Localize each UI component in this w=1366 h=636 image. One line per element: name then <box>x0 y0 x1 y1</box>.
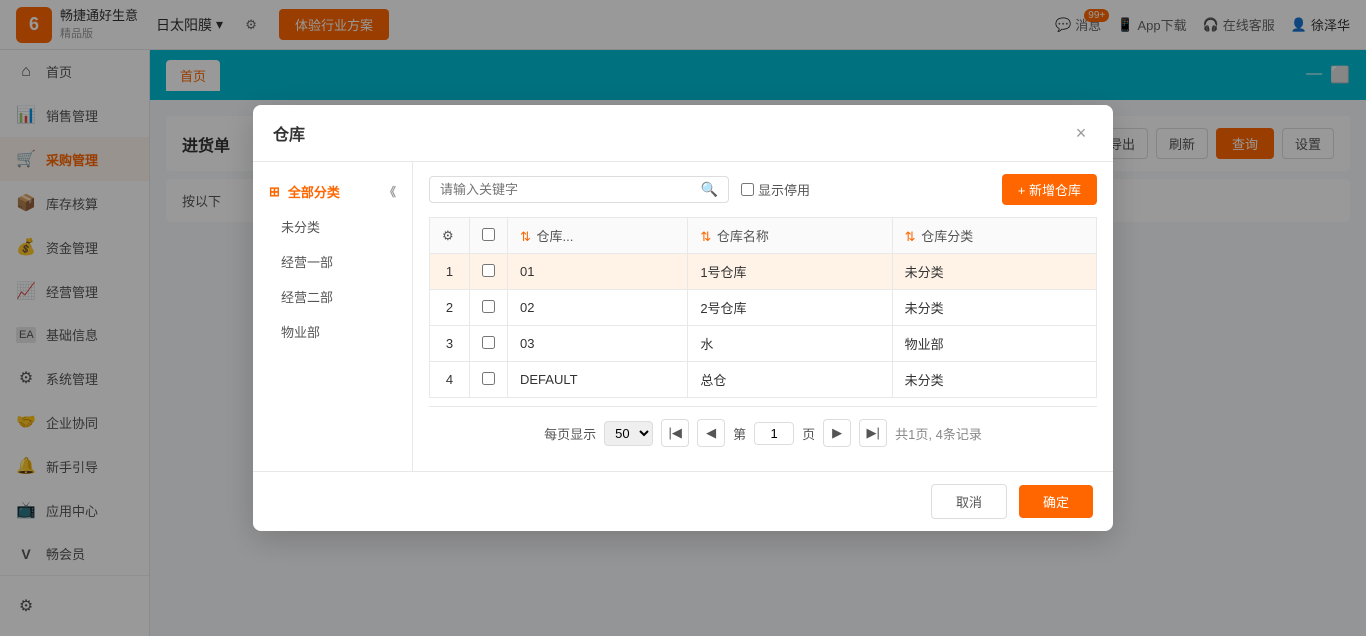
row-category-1: 未分类 <box>892 254 1096 290</box>
modal-footer: 取消 确定 <box>253 471 1113 531</box>
row-name-3: 水 <box>688 326 892 362</box>
category-item-0[interactable]: 未分类 <box>253 209 412 244</box>
table-row[interactable]: 1 01 1号仓库 未分类 <box>430 254 1097 290</box>
last-page-button[interactable]: ▶| <box>859 419 887 447</box>
row-checkbox-4[interactable] <box>482 372 495 385</box>
search-icon[interactable]: 🔍 <box>701 181 718 198</box>
page-unit: 页 <box>802 424 815 443</box>
search-box: 🔍 <box>429 176 729 203</box>
row-num-1: 1 <box>430 254 470 290</box>
table-header: ⚙ ⇅ 仓库... ⇅ <box>430 218 1097 254</box>
table-panel: 🔍 显示停用 + 新增仓库 ⚙ <box>413 162 1113 471</box>
row-category-2: 未分类 <box>892 290 1096 326</box>
row-code-1: 01 <box>508 254 688 290</box>
row-name-2: 2号仓库 <box>688 290 892 326</box>
select-all-checkbox[interactable] <box>482 228 495 241</box>
col-code: ⇅ 仓库... <box>508 218 688 254</box>
warehouse-modal: 仓库 × ⊞ 全部分类 《 未分类 经营一部 经营二部 物业部 <box>253 105 1113 531</box>
modal-overlay: 仓库 × ⊞ 全部分类 《 未分类 经营一部 经营二部 物业部 <box>0 0 1366 636</box>
warehouse-table: ⚙ ⇅ 仓库... ⇅ <box>429 217 1097 398</box>
row-num-2: 2 <box>430 290 470 326</box>
modal-header: 仓库 × <box>253 105 1113 162</box>
row-name-4: 总仓 <box>688 362 892 398</box>
category-panel: ⊞ 全部分类 《 未分类 经营一部 经营二部 物业部 <box>253 162 413 471</box>
collapse-icon[interactable]: 《 <box>384 183 396 200</box>
row-code-3: 03 <box>508 326 688 362</box>
category-grid-icon: ⊞ <box>269 184 280 200</box>
show-disabled-checkbox[interactable] <box>741 183 754 196</box>
row-category-4: 未分类 <box>892 362 1096 398</box>
sort-name-icon: ⇅ <box>700 229 711 244</box>
table-body: 1 01 1号仓库 未分类 2 02 2号仓库 <box>430 254 1097 398</box>
row-category-3: 物业部 <box>892 326 1096 362</box>
row-check-2 <box>470 290 508 326</box>
per-page-select[interactable]: 50 <box>604 421 653 446</box>
category-all[interactable]: ⊞ 全部分类 《 <box>253 174 412 209</box>
col-category: ⇅ 仓库分类 <box>892 218 1096 254</box>
col-code-label: 仓库... <box>537 229 574 244</box>
modal-close-button[interactable]: × <box>1069 121 1093 145</box>
row-checkbox-2[interactable] <box>482 300 495 313</box>
col-checkbox <box>470 218 508 254</box>
category-item-2[interactable]: 经营二部 <box>253 279 412 314</box>
table-row[interactable]: 2 02 2号仓库 未分类 <box>430 290 1097 326</box>
cancel-button[interactable]: 取消 <box>931 484 1007 519</box>
modal-body: ⊞ 全部分类 《 未分类 经营一部 经营二部 物业部 🔍 <box>253 162 1113 471</box>
page-input[interactable] <box>754 422 794 445</box>
total-info: 共1页, 4条记录 <box>895 424 982 443</box>
page-label: 第 <box>733 424 746 443</box>
col-settings-icon: ⚙ <box>442 228 454 243</box>
sort-category-icon: ⇅ <box>905 229 916 244</box>
row-checkbox-1[interactable] <box>482 264 495 277</box>
prev-page-button[interactable]: ◀ <box>697 419 725 447</box>
category-item-1[interactable]: 经营一部 <box>253 244 412 279</box>
row-num-4: 4 <box>430 362 470 398</box>
table-header-row: ⚙ ⇅ 仓库... ⇅ <box>430 218 1097 254</box>
category-item-3[interactable]: 物业部 <box>253 314 412 349</box>
col-settings: ⚙ <box>430 218 470 254</box>
per-page-label: 每页显示 <box>544 424 596 443</box>
col-name: ⇅ 仓库名称 <box>688 218 892 254</box>
search-input[interactable] <box>440 182 695 197</box>
row-check-3 <box>470 326 508 362</box>
row-code-4: DEFAULT <box>508 362 688 398</box>
category-all-label: 全部分类 <box>288 182 340 201</box>
row-num-3: 3 <box>430 326 470 362</box>
table-container: ⚙ ⇅ 仓库... ⇅ <box>429 217 1097 398</box>
modal-title: 仓库 <box>273 121 305 145</box>
sort-code-icon: ⇅ <box>520 229 531 244</box>
first-page-button[interactable]: |◀ <box>661 419 689 447</box>
table-row[interactable]: 3 03 水 物业部 <box>430 326 1097 362</box>
new-warehouse-button[interactable]: + 新增仓库 <box>1002 174 1097 205</box>
row-check-1 <box>470 254 508 290</box>
next-page-button[interactable]: ▶ <box>823 419 851 447</box>
row-check-4 <box>470 362 508 398</box>
pagination: 每页显示 50 |◀ ◀ 第 页 ▶ ▶| 共1页, 4条记录 <box>429 406 1097 459</box>
col-category-label: 仓库分类 <box>921 229 973 244</box>
row-name-1: 1号仓库 <box>688 254 892 290</box>
row-code-2: 02 <box>508 290 688 326</box>
table-toolbar: 🔍 显示停用 + 新增仓库 <box>429 174 1097 205</box>
show-disabled-text: 显示停用 <box>758 180 810 199</box>
show-disabled-label: 显示停用 <box>741 180 810 199</box>
table-row[interactable]: 4 DEFAULT 总仓 未分类 <box>430 362 1097 398</box>
confirm-button[interactable]: 确定 <box>1019 485 1093 518</box>
row-checkbox-3[interactable] <box>482 336 495 349</box>
col-name-label: 仓库名称 <box>717 229 769 244</box>
